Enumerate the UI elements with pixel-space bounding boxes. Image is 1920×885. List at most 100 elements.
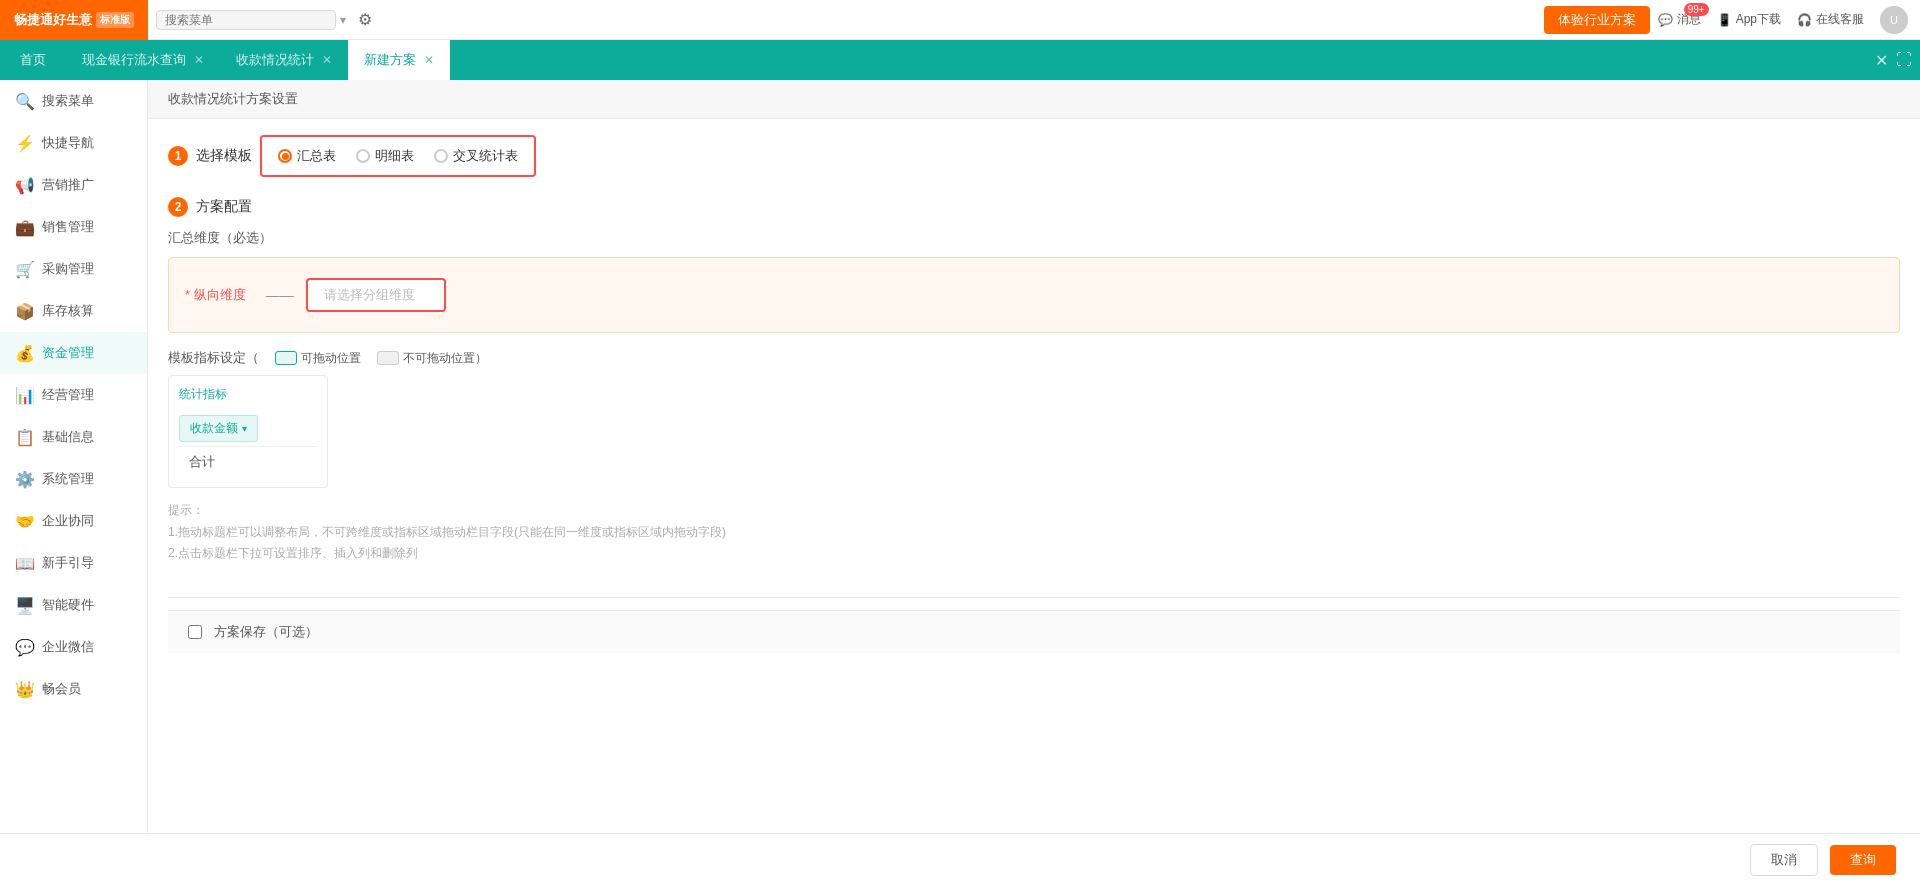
system-icon: ⚙️: [16, 470, 34, 488]
step2-badge: 2: [168, 197, 188, 217]
tips-section: 提示： 1.拖动标题栏可以调整布局，不可跨维度或指标区域拖动栏目字段(只能在同一…: [168, 488, 1900, 577]
step1-title: 选择模板: [196, 147, 252, 165]
query-button[interactable]: 查询: [1830, 845, 1896, 875]
top-header: 畅捷通好生意 标准版 ▾ ⚙ 体验行业方案 💬 消息 99+ 📱 App下载 🎧…: [0, 0, 1920, 40]
sidebar-label-hardware: 智能硬件: [42, 596, 94, 614]
config-section: 汇总维度（必选） * 纵向维度 —— 请选择分组维度 模板指标设定（: [168, 229, 1900, 577]
download-item[interactable]: 📱 App下载: [1717, 11, 1781, 28]
management-icon: 📊: [16, 386, 34, 404]
radio-summary[interactable]: 汇总表: [278, 147, 336, 165]
section-container: 1 选择模板 汇总表 明细表: [148, 119, 1920, 669]
edition-badge: 标准版: [96, 12, 134, 28]
radio-summary-label: 汇总表: [297, 147, 336, 165]
sidebar-item-system[interactable]: ⚙️ 系统管理: [0, 458, 147, 500]
tab-cashflow-close[interactable]: ✕: [194, 53, 204, 67]
tab-receipts[interactable]: 收款情况统计 ✕: [220, 40, 348, 80]
sidebar-label-marketing: 营销推广: [42, 176, 94, 194]
sidebar-label-inventory: 库存核算: [42, 302, 94, 320]
tab-new-plan-close[interactable]: ✕: [424, 53, 434, 67]
metrics-chip-amount[interactable]: 收款金额 ▾: [179, 415, 258, 442]
sidebar-item-sales[interactable]: 💼 销售管理: [0, 206, 147, 248]
dimension-select[interactable]: 请选择分组维度: [306, 278, 446, 312]
step1-header: 1 选择模板 汇总表 明细表: [168, 135, 1900, 177]
basic-icon: 📋: [16, 428, 34, 446]
sidebar-label-management: 经营管理: [42, 386, 94, 404]
sidebar-label-basic: 基础信息: [42, 428, 94, 446]
header-right: 💬 消息 99+ 📱 App下载 🎧 在线客服 U: [1658, 6, 1908, 34]
chip-dropdown-icon: ▾: [242, 423, 247, 434]
save-label: 方案保存（可选）: [214, 623, 318, 641]
page-title: 收款情况统计方案设置: [168, 91, 298, 106]
tab-cashflow-label: 现金银行流水查询: [82, 51, 186, 69]
service-label: 在线客服: [1816, 11, 1864, 28]
sidebar-item-guide[interactable]: 📖 新手引导: [0, 542, 147, 584]
step2-title: 方案配置: [196, 198, 252, 216]
tab-new-plan[interactable]: 新建方案 ✕: [348, 40, 450, 80]
step2-section: 2 方案配置 汇总维度（必选） * 纵向维度 —— 请选择分组维度: [168, 197, 1900, 577]
tab-cashflow[interactable]: 现金银行流水查询 ✕: [66, 40, 220, 80]
settings-icon[interactable]: ⚙: [358, 10, 372, 29]
dropdown-icon[interactable]: ▾: [340, 13, 346, 27]
service-item[interactable]: 🎧 在线客服: [1797, 11, 1864, 28]
sidebar-item-basic[interactable]: 📋 基础信息: [0, 416, 147, 458]
sidebar: 🔍 搜索菜单 ⚡ 快捷导航 📢 营销推广 💼 销售管理 🛒 采购管理 📦 库存核…: [0, 80, 148, 833]
sidebar-item-quicknav[interactable]: ⚡ 快捷导航: [0, 122, 147, 164]
download-icon: 📱: [1717, 13, 1732, 27]
footer-bar: 取消 查询: [0, 833, 1920, 885]
hardware-icon: 🖥️: [16, 596, 34, 614]
sidebar-item-search[interactable]: 🔍 搜索菜单: [0, 80, 147, 122]
lightning-icon: ⚡: [16, 134, 34, 152]
sidebar-label-guide: 新手引导: [42, 554, 94, 572]
cancel-button[interactable]: 取消: [1750, 844, 1818, 876]
message-badge: 99+: [1684, 3, 1709, 16]
radio-cross-circle: [434, 149, 448, 163]
draggable-indicator: 可拖动位置: [275, 350, 361, 367]
tips-line1: 1.拖动标题栏可以调整布局，不可跨维度或指标区域拖动栏目字段(只能在同一维度或指…: [168, 522, 1900, 544]
metrics-hint-prefix: 模板指标设定（: [168, 349, 259, 367]
nav-tabs: 首页 现金银行流水查询 ✕ 收款情况统计 ✕ 新建方案 ✕ ✕ ⛶: [0, 40, 1920, 80]
sidebar-item-inventory[interactable]: 📦 库存核算: [0, 290, 147, 332]
radio-cross[interactable]: 交叉统计表: [434, 147, 518, 165]
window-close-icon[interactable]: ✕: [1875, 51, 1888, 70]
sidebar-label-purchase: 采购管理: [42, 260, 94, 278]
drag-icon: [275, 351, 297, 365]
content-area: 收款情况统计方案设置 1 选择模板 汇总表: [148, 80, 1920, 833]
nav-right-actions: ✕ ⛶: [1875, 51, 1920, 70]
main-layout: 🔍 搜索菜单 ⚡ 快捷导航 📢 营销推广 💼 销售管理 🛒 采购管理 📦 库存核…: [0, 80, 1920, 833]
radio-detail[interactable]: 明细表: [356, 147, 414, 165]
sidebar-label-enterprise: 企业协同: [42, 512, 94, 530]
window-expand-icon[interactable]: ⛶: [1896, 51, 1912, 69]
sidebar-item-marketing[interactable]: 📢 营销推广: [0, 164, 147, 206]
step2-header: 2 方案配置: [168, 197, 1900, 217]
sidebar-label-finance: 资金管理: [42, 344, 94, 362]
trial-button[interactable]: 体验行业方案: [1544, 6, 1650, 34]
page-content: 收款情况统计方案设置 1 选择模板 汇总表: [148, 80, 1920, 833]
tab-home[interactable]: 首页: [0, 40, 66, 80]
sidebar-item-hardware[interactable]: 🖥️ 智能硬件: [0, 584, 147, 626]
user-avatar[interactable]: U: [1880, 6, 1908, 34]
sidebar-label-sales: 销售管理: [42, 218, 94, 236]
sidebar-item-enterprise[interactable]: 🤝 企业协同: [0, 500, 147, 542]
sidebar-item-purchase[interactable]: 🛒 采购管理: [0, 248, 147, 290]
page-title-bar: 收款情况统计方案设置: [148, 80, 1920, 119]
marketing-icon: 📢: [16, 176, 34, 194]
message-item[interactable]: 💬 消息 99+: [1658, 11, 1701, 28]
inventory-icon: 📦: [16, 302, 34, 320]
vertical-dim-label: * 纵向维度: [185, 286, 246, 304]
breadcrumb-area: ▾ ⚙: [156, 10, 1528, 30]
no-drag-icon: [377, 351, 399, 365]
search-input[interactable]: [156, 10, 336, 30]
sidebar-item-wechat[interactable]: 💬 企业微信: [0, 626, 147, 668]
save-checkbox[interactable]: [188, 625, 202, 639]
sidebar-item-member[interactable]: 👑 畅会员: [0, 668, 147, 710]
sidebar-item-finance[interactable]: 💰 资金管理: [0, 332, 147, 374]
sidebar-item-management[interactable]: 📊 经营管理: [0, 374, 147, 416]
chip-label: 收款金额: [190, 420, 238, 437]
search-icon: 🔍: [16, 92, 34, 110]
tab-new-plan-label: 新建方案: [364, 51, 416, 69]
tab-receipts-close[interactable]: ✕: [322, 53, 332, 67]
step1-section: 1 选择模板 汇总表 明细表: [168, 135, 1900, 177]
download-label: App下载: [1736, 11, 1781, 28]
radio-summary-circle: [278, 149, 292, 163]
sidebar-label-wechat: 企业微信: [42, 638, 94, 656]
